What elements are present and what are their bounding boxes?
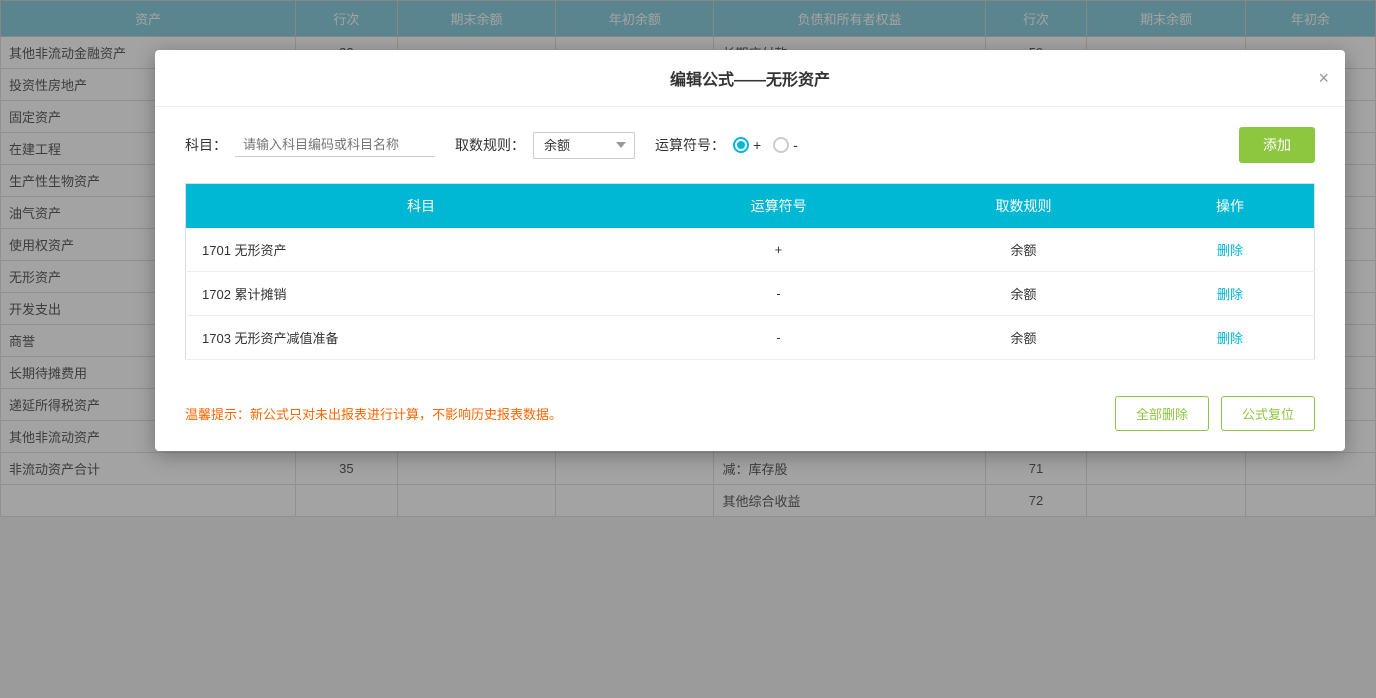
formula-subject-cell: 1703 无形资产减值准备 <box>186 316 657 360</box>
formula-table-row: 1703 无形资产减值准备 - 余额 删除 <box>186 316 1315 360</box>
formula-rule-cell: 余额 <box>901 316 1146 360</box>
formula-rule-cell: 余额 <box>901 228 1146 272</box>
operator-plus-label: + <box>753 137 761 153</box>
subject-label: 科目： <box>185 135 227 155</box>
subject-group: 科目： <box>185 133 435 157</box>
modal-body: 科目： 取数规则： 余额 借方发生额 贷方发生额 运算符号： <box>155 107 1345 380</box>
modal-header: 编辑公式——无形资产 × <box>155 50 1345 107</box>
formula-table-head: 科目 运算符号 取数规则 操作 <box>186 184 1315 229</box>
formula-operator-cell: - <box>656 272 901 316</box>
formula-table-header-row: 科目 运算符号 取数规则 操作 <box>186 184 1315 229</box>
operator-radio-group: + - <box>733 137 798 153</box>
col-rule: 取数规则 <box>901 184 1146 229</box>
delete-row-link[interactable]: 删除 <box>1217 287 1243 302</box>
formula-operator-cell: + <box>656 228 901 272</box>
delete-all-button[interactable]: 全部删除 <box>1115 396 1209 431</box>
formula-operator-cell: - <box>656 316 901 360</box>
close-button[interactable]: × <box>1318 69 1329 87</box>
formula-table-row: 1701 无形资产 + 余额 删除 <box>186 228 1315 272</box>
formula-table-body: 1701 无形资产 + 余额 删除 1702 累计摊销 - 余额 删除 1703… <box>186 228 1315 360</box>
delete-row-link[interactable]: 删除 <box>1217 331 1243 346</box>
formula-table: 科目 运算符号 取数规则 操作 1701 无形资产 + 余额 删除 1702 累… <box>185 183 1315 360</box>
formula-action-cell: 删除 <box>1146 272 1314 316</box>
col-action: 操作 <box>1146 184 1314 229</box>
rule-select-wrap: 余额 借方发生额 贷方发生额 <box>533 132 635 159</box>
formula-action-cell: 删除 <box>1146 228 1314 272</box>
col-operator: 运算符号 <box>656 184 901 229</box>
add-button[interactable]: 添加 <box>1239 127 1315 163</box>
operator-plus-radio[interactable]: + <box>733 137 761 153</box>
hint-text: 温馨提示：新公式只对未出报表进行计算，不影响历史报表数据。 <box>185 404 562 423</box>
col-subject: 科目 <box>186 184 657 229</box>
rule-select[interactable]: 余额 借方发生额 贷方发生额 <box>533 132 635 159</box>
radio-circle-minus <box>773 137 789 153</box>
reset-button[interactable]: 公式复位 <box>1221 396 1315 431</box>
rule-group: 取数规则： 余额 借方发生额 贷方发生额 <box>455 132 635 159</box>
formula-table-row: 1702 累计摊销 - 余额 删除 <box>186 272 1315 316</box>
subject-input[interactable] <box>235 133 435 157</box>
footer-buttons: 全部删除 公式复位 <box>1115 396 1315 431</box>
operator-minus-radio[interactable]: - <box>773 137 798 153</box>
delete-row-link[interactable]: 删除 <box>1217 243 1243 258</box>
formula-subject-cell: 1702 累计摊销 <box>186 272 657 316</box>
modal-title: 编辑公式——无形资产 <box>670 66 830 90</box>
edit-formula-modal: 编辑公式——无形资产 × 科目： 取数规则： 余额 借方发生额 贷方发生额 <box>155 50 1345 451</box>
operator-minus-label: - <box>793 137 798 153</box>
radio-circle-plus <box>733 137 749 153</box>
modal-footer: 温馨提示：新公式只对未出报表进行计算，不影响历史报表数据。 全部删除 公式复位 <box>155 380 1345 431</box>
formula-subject-cell: 1701 无形资产 <box>186 228 657 272</box>
formula-form-row: 科目： 取数规则： 余额 借方发生额 贷方发生额 运算符号： <box>185 127 1315 163</box>
formula-action-cell: 删除 <box>1146 316 1314 360</box>
rule-label: 取数规则： <box>455 135 525 155</box>
formula-rule-cell: 余额 <box>901 272 1146 316</box>
operator-group: 运算符号： + - <box>655 135 798 155</box>
operator-label: 运算符号： <box>655 135 725 155</box>
